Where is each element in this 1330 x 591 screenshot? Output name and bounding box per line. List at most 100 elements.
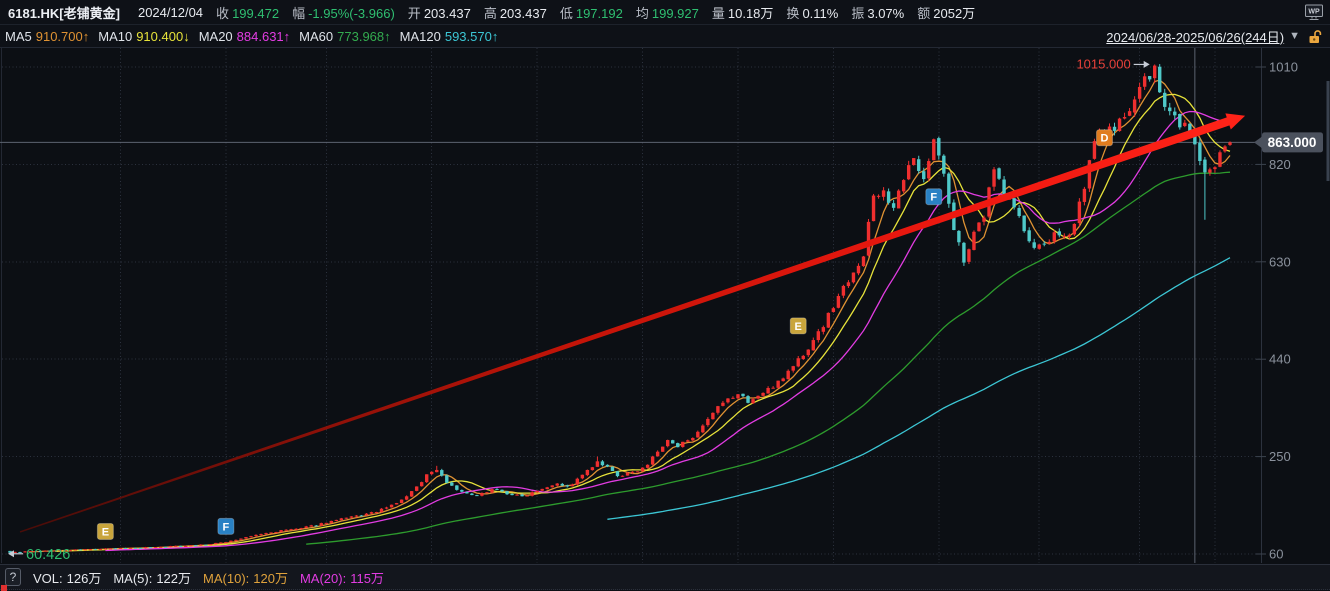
candle-body <box>575 478 580 485</box>
candle-body <box>650 456 655 465</box>
field-high-value: 203.437 <box>499 5 547 21</box>
field-avg-value: 199.927 <box>651 5 699 21</box>
candle-body <box>751 399 755 404</box>
candle-body <box>1122 117 1127 119</box>
candle-body <box>414 486 419 491</box>
field-amount-value: 2052万 <box>933 5 976 21</box>
help-icon[interactable]: ? <box>5 568 21 586</box>
candle-body <box>1062 235 1067 237</box>
field-amplitude-value: 3.07% <box>867 5 905 21</box>
candle-body <box>1117 118 1122 132</box>
chevron-down-icon[interactable]: ▼ <box>1289 30 1300 42</box>
candle-body <box>1173 111 1177 116</box>
candle-body <box>851 272 856 283</box>
svg-text:F: F <box>223 521 230 533</box>
field-amount-label: 额 <box>917 5 931 21</box>
candlestick-chart[interactable]: E F E F D 1015.000 60.426 1010 820 630 440 250 60 863… <box>0 48 1330 564</box>
ma120-value: 593.570↑ <box>444 28 499 44</box>
candle-body <box>665 440 670 447</box>
candle-body <box>369 512 374 514</box>
candle-body <box>460 489 464 492</box>
candle-body <box>806 349 810 356</box>
candle-body <box>756 395 760 399</box>
candle-body <box>1137 86 1142 99</box>
candle-body <box>706 418 710 426</box>
axis-tick-label: 630 <box>1269 254 1291 269</box>
candle-body <box>1012 198 1016 208</box>
candle-body <box>224 542 228 544</box>
vol-ma20-label: MA(20): <box>299 570 347 586</box>
candle-body <box>831 308 836 312</box>
candle-body <box>88 549 93 551</box>
candle-body <box>1082 188 1087 202</box>
candle-body <box>419 482 424 487</box>
candle-body <box>816 331 821 341</box>
candle-body <box>505 491 509 495</box>
candle-body <box>701 425 705 433</box>
candle-body <box>530 492 534 496</box>
candle-body <box>605 464 610 467</box>
field-amplitude: 振 3.07% <box>851 3 904 22</box>
candle-body <box>264 533 268 535</box>
candle-body <box>354 515 359 517</box>
badge-e[interactable]: E <box>789 317 807 335</box>
ma10-indicator: MA10 910.400↓ <box>98 29 189 44</box>
period-high-label: 1015.000 <box>1076 56 1130 71</box>
field-change-value: -1.95%(-3.966) <box>308 5 395 21</box>
candle-body <box>194 545 198 547</box>
candle-body <box>836 296 841 308</box>
candle-body <box>1132 99 1137 113</box>
field-low-value: 197.192 <box>575 5 623 21</box>
candle-body <box>274 532 278 534</box>
field-high-label: 高 <box>483 5 497 21</box>
candle-body <box>917 159 921 171</box>
candle-body <box>184 545 188 547</box>
candle-body <box>922 171 926 180</box>
ma-lines <box>30 79 1231 553</box>
candle-body <box>560 483 564 486</box>
field-avg: 均 199.927 <box>636 3 699 22</box>
candle-body <box>1142 76 1147 87</box>
candle-body <box>284 529 288 531</box>
field-high: 高 203.437 <box>484 3 547 22</box>
volume-indicator-bar: ? VOL: 126万 MA(5): 122万 MA(10): 120万 MA(20)… <box>0 564 1330 590</box>
candle-body <box>645 464 650 468</box>
candle-body <box>389 504 394 508</box>
ma20-label: MA20 <box>198 28 233 44</box>
candle-body <box>249 536 253 538</box>
candle-body <box>495 489 499 491</box>
badge-f[interactable]: F <box>925 188 943 206</box>
vol-amount: 126万 <box>66 570 102 586</box>
candle-body <box>118 548 123 550</box>
axis-tick-label: 250 <box>1269 449 1291 464</box>
vol-ma5: MA(5): 122万 <box>113 568 191 587</box>
candle-body <box>480 493 484 496</box>
badge-e[interactable]: E <box>96 522 114 540</box>
candle-body <box>861 256 866 267</box>
field-turnover: 换 0.11% <box>786 3 838 22</box>
badge-f[interactable]: F <box>217 517 235 535</box>
candle-body <box>982 217 986 222</box>
ma20-indicator: MA20 884.631↑ <box>199 29 290 44</box>
stock-symbol[interactable]: 6181.HK[老铺黄金] <box>8 3 120 22</box>
candle-body <box>736 394 740 399</box>
date-range-selector[interactable]: 2024/06/28-2025/06/26(244日) <box>1106 27 1284 46</box>
candle-body <box>776 380 780 388</box>
candle-body <box>279 530 283 533</box>
scrollbar-thumb[interactable] <box>1326 81 1330 181</box>
candle-body <box>309 525 313 527</box>
candle-body <box>1168 107 1172 112</box>
candle-body <box>269 532 273 534</box>
candle-body <box>796 358 800 367</box>
axis-tick-label: 820 <box>1269 157 1291 172</box>
candle-body <box>199 544 203 546</box>
candle-body <box>515 494 519 496</box>
badge-d[interactable]: D <box>1095 129 1113 147</box>
candle-body <box>1047 241 1051 244</box>
candle-body <box>1163 92 1167 107</box>
candle-body <box>876 195 881 197</box>
candle-body <box>927 161 931 179</box>
unlock-icon[interactable] <box>1308 29 1322 44</box>
candle-body <box>912 158 916 165</box>
wp-monitor-icon[interactable]: WP <box>1304 4 1324 21</box>
